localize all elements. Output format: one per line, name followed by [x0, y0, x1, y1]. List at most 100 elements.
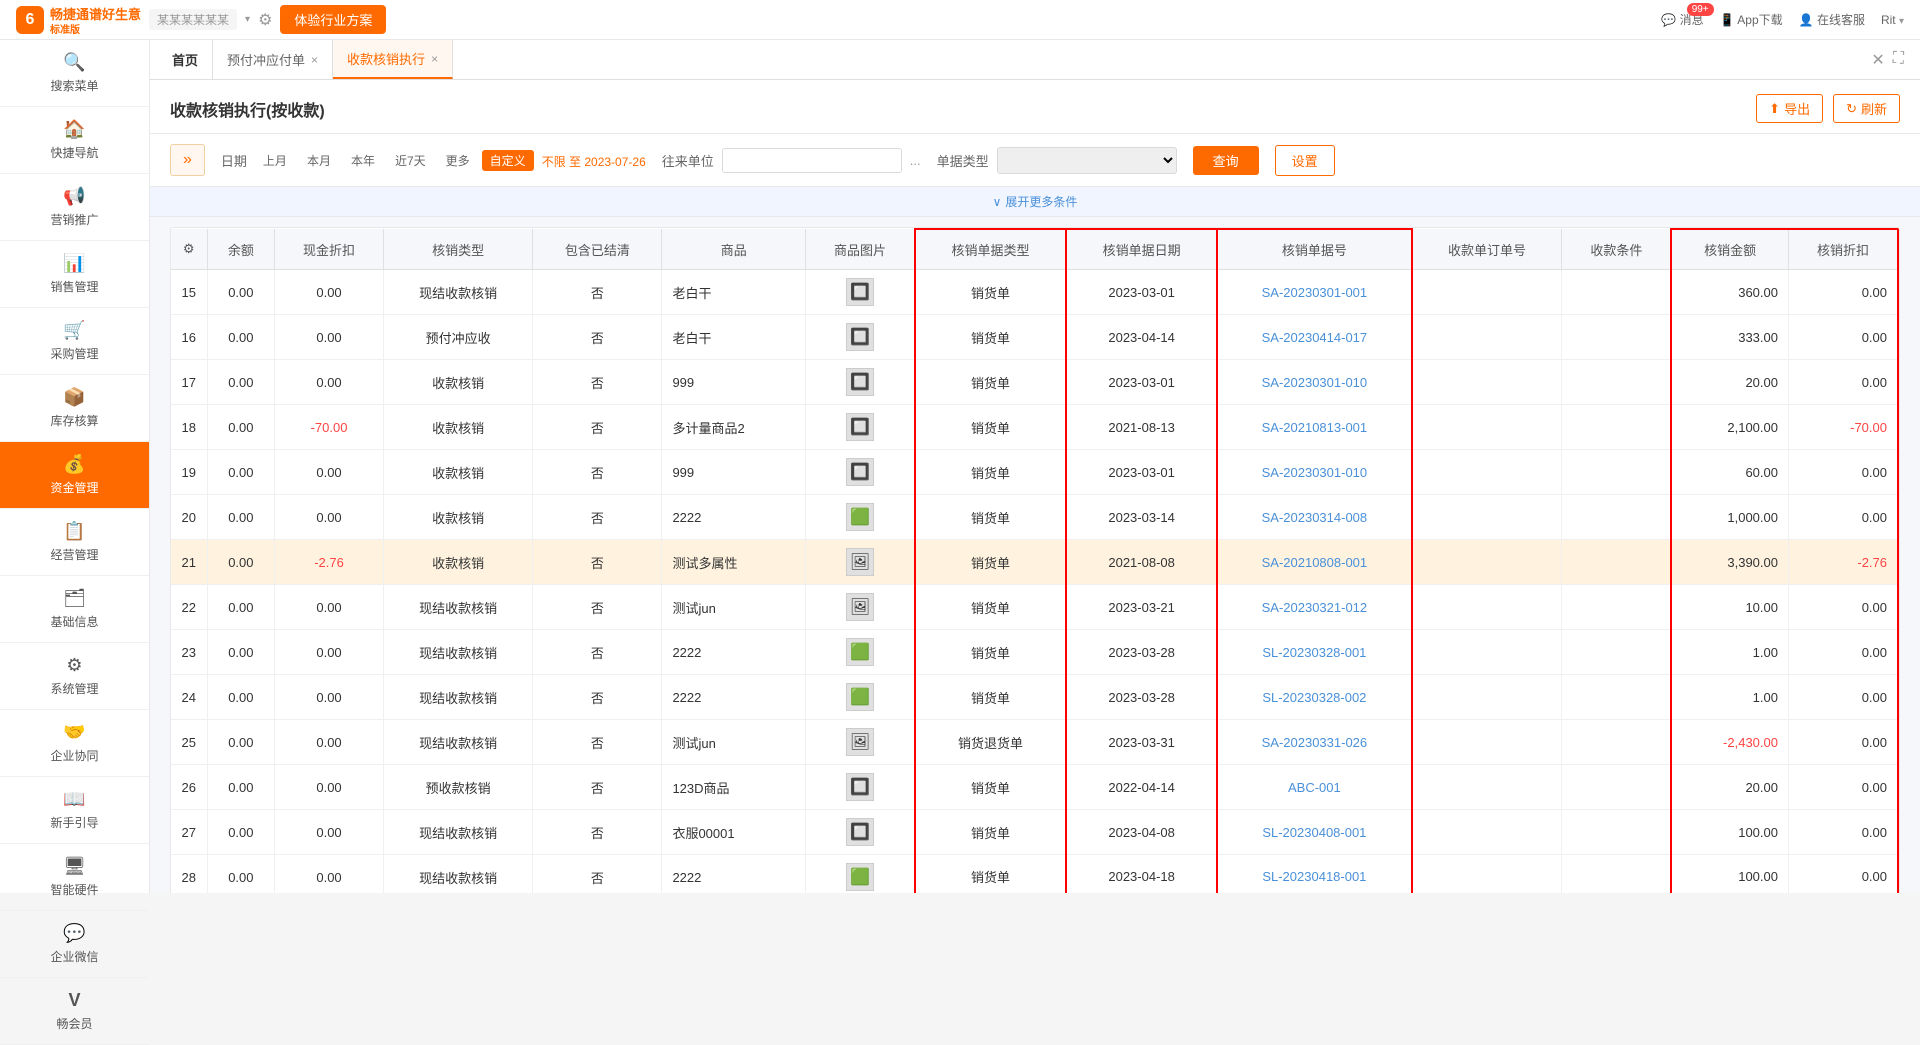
- app-name: 畅捷通谱好生意 标准版: [50, 4, 141, 36]
- service-icon: 👤: [1799, 13, 1814, 27]
- sidebar-item-quicknav[interactable]: 🏠 快捷导航: [0, 107, 149, 174]
- table-row: 15 0.00 0.00 现结收款核销 否 老白干 🔲 销货单 2023-03-…: [171, 270, 1898, 315]
- sidebar-item-sales[interactable]: 📊 销售管理: [0, 241, 149, 308]
- table-row: 19 0.00 0.00 收款核销 否 999 🔲 销货单 2023-03-01…: [171, 450, 1898, 495]
- refresh-btn[interactable]: ↻ 刷新: [1833, 94, 1900, 123]
- date-btn-7days[interactable]: 近7天: [387, 150, 434, 171]
- sidebar-item-system[interactable]: ⚙ 系统管理: [0, 643, 149, 710]
- sidebar-item-basics[interactable]: 🗂 基础信息: [0, 576, 149, 643]
- table-row: 17 0.00 0.00 收款核销 否 999 🔲 销货单 2023-03-01…: [171, 360, 1898, 405]
- row-id: 27: [171, 810, 207, 855]
- table-area: ⚙ 余额 现金折扣 核销类型 包含已结清 商品 商品图片 核销单据类型 核销单据…: [150, 217, 1920, 893]
- date-btn-more[interactable]: 更多: [438, 150, 478, 171]
- query-btn[interactable]: 查询: [1193, 146, 1259, 175]
- sidebar-item-hardware[interactable]: 🖥 智能硬件: [0, 844, 149, 911]
- row-bill-type: 销货单: [915, 360, 1066, 405]
- sidebar-item-collab[interactable]: 🤝 企业协同: [0, 710, 149, 777]
- type-select[interactable]: [997, 147, 1177, 174]
- table-row: 18 0.00 -70.00 收款核销 否 多计量商品2 🔲 销货单 2021-…: [171, 405, 1898, 450]
- unit-dots-icon[interactable]: ...: [910, 153, 921, 168]
- row-product: 2222: [662, 630, 806, 675]
- row-amount: 100.00: [1671, 855, 1788, 894]
- page-header: 收款核销执行(按收款) ⬆ 导出 ↻ 刷新: [150, 80, 1920, 134]
- row-cash-discount: 0.00: [275, 495, 384, 540]
- window-close-icon[interactable]: ✕: [1871, 50, 1884, 70]
- row-product: 123D商品: [662, 765, 806, 810]
- row-cash-discount: 0.00: [275, 270, 384, 315]
- table-row: 26 0.00 0.00 预收款核销 否 123D商品 🔲 销货单 2022-0…: [171, 765, 1898, 810]
- row-amount: 20.00: [1671, 360, 1788, 405]
- date-buttons: 上月 本月 本年 近7天 更多 自定义: [255, 150, 534, 171]
- row-order-no: [1412, 495, 1562, 540]
- row-cash-discount: 0.00: [275, 585, 384, 630]
- sidebar-item-guide[interactable]: 📖 新手引导: [0, 777, 149, 844]
- row-settled: 否: [533, 855, 662, 894]
- row-bill-date: 2023-04-18: [1066, 855, 1217, 894]
- row-discount: 0.00: [1788, 810, 1898, 855]
- product-img-cell: 🔲: [806, 360, 915, 405]
- th-balance: 余额: [207, 229, 275, 270]
- table-row: 22 0.00 0.00 现结收款核销 否 测试jun 🖼 销货单 2023-0…: [171, 585, 1898, 630]
- row-type: 收款核销: [383, 495, 533, 540]
- row-discount: 0.00: [1788, 765, 1898, 810]
- tab-home[interactable]: 首页: [158, 40, 213, 79]
- row-id: 17: [171, 360, 207, 405]
- row-bill-type: 销货单: [915, 810, 1066, 855]
- product-img-cell: 🖼: [806, 585, 915, 630]
- tab-prepay-close[interactable]: ×: [311, 53, 318, 67]
- sidebar-item-purchase[interactable]: 🛒 采购管理: [0, 308, 149, 375]
- message-btn[interactable]: 💬 消息 99+: [1661, 11, 1703, 28]
- row-id: 22: [171, 585, 207, 630]
- tab-collection[interactable]: 收款核销执行 ×: [333, 40, 453, 79]
- row-condition: [1562, 765, 1671, 810]
- row-settled: 否: [533, 450, 662, 495]
- tab-prepay[interactable]: 预付冲应付单 ×: [213, 40, 333, 79]
- product-img-cell: 🔲: [806, 405, 915, 450]
- tab-collection-close[interactable]: ×: [431, 52, 438, 66]
- sidebar-item-member[interactable]: V 畅会员: [0, 978, 149, 1045]
- row-discount: 0.00: [1788, 675, 1898, 720]
- sidebar-item-inventory[interactable]: 📦 库存核算: [0, 375, 149, 442]
- sidebar-item-wechat[interactable]: 💬 企业微信: [0, 911, 149, 978]
- window-maximize-icon[interactable]: ⛶: [1893, 50, 1904, 70]
- table-row: 28 0.00 0.00 现结收款核销 否 2222 🟩 销货单 2023-04…: [171, 855, 1898, 894]
- settings-icon[interactable]: ⚙: [258, 10, 272, 30]
- unit-input[interactable]: [722, 148, 902, 173]
- row-condition: [1562, 405, 1671, 450]
- row-bill-no: SA-20230301-010: [1217, 450, 1411, 495]
- row-condition: [1562, 810, 1671, 855]
- sidebar-item-finance[interactable]: 💰 资金管理: [0, 442, 149, 509]
- tab-actions: ✕ ⛶: [1871, 50, 1912, 70]
- expand-more-bar[interactable]: ∨ 展开更多条件: [150, 187, 1920, 217]
- industry-btn[interactable]: 体验行业方案: [280, 5, 386, 34]
- sidebar-item-search[interactable]: 🔍 搜索菜单: [0, 40, 149, 107]
- search-icon: 🔍: [63, 52, 85, 73]
- export-btn[interactable]: ⬆ 导出: [1756, 94, 1823, 123]
- date-btn-last-month[interactable]: 上月: [255, 150, 295, 171]
- user-name[interactable]: Rit ▾: [1881, 13, 1904, 27]
- table-row: 25 0.00 0.00 现结收款核销 否 测试jun 🖼 销货退货单 2023…: [171, 720, 1898, 765]
- row-type: 预付冲应收: [383, 315, 533, 360]
- row-cash-discount: 0.00: [275, 315, 384, 360]
- sidebar-item-marketing[interactable]: 📢 营销推广: [0, 174, 149, 241]
- online-service-btn[interactable]: 👤 在线客服: [1799, 11, 1865, 28]
- app-download-btn[interactable]: 📱 App下载: [1720, 11, 1783, 28]
- row-settled: 否: [533, 315, 662, 360]
- th-discount: 核销折扣: [1788, 229, 1898, 270]
- date-btn-this-year[interactable]: 本年: [343, 150, 383, 171]
- row-amount: 333.00: [1671, 315, 1788, 360]
- date-btn-custom[interactable]: 自定义: [482, 150, 534, 171]
- filter-expand-arrow[interactable]: »: [170, 144, 205, 176]
- settings-btn[interactable]: 设置: [1275, 145, 1335, 176]
- user-dropdown-icon: ▾: [1899, 16, 1904, 27]
- th-bill-type: 核销单据类型: [915, 229, 1066, 270]
- row-condition: [1562, 495, 1671, 540]
- app-icon: 📱: [1720, 13, 1735, 27]
- sidebar-item-operations[interactable]: 📋 经营管理: [0, 509, 149, 576]
- row-bill-date: 2023-03-01: [1066, 360, 1217, 405]
- company-dropdown-icon[interactable]: ▾: [245, 14, 250, 25]
- row-balance: 0.00: [207, 315, 275, 360]
- row-settled: 否: [533, 630, 662, 675]
- date-btn-this-month[interactable]: 本月: [299, 150, 339, 171]
- th-settings[interactable]: ⚙: [171, 229, 207, 270]
